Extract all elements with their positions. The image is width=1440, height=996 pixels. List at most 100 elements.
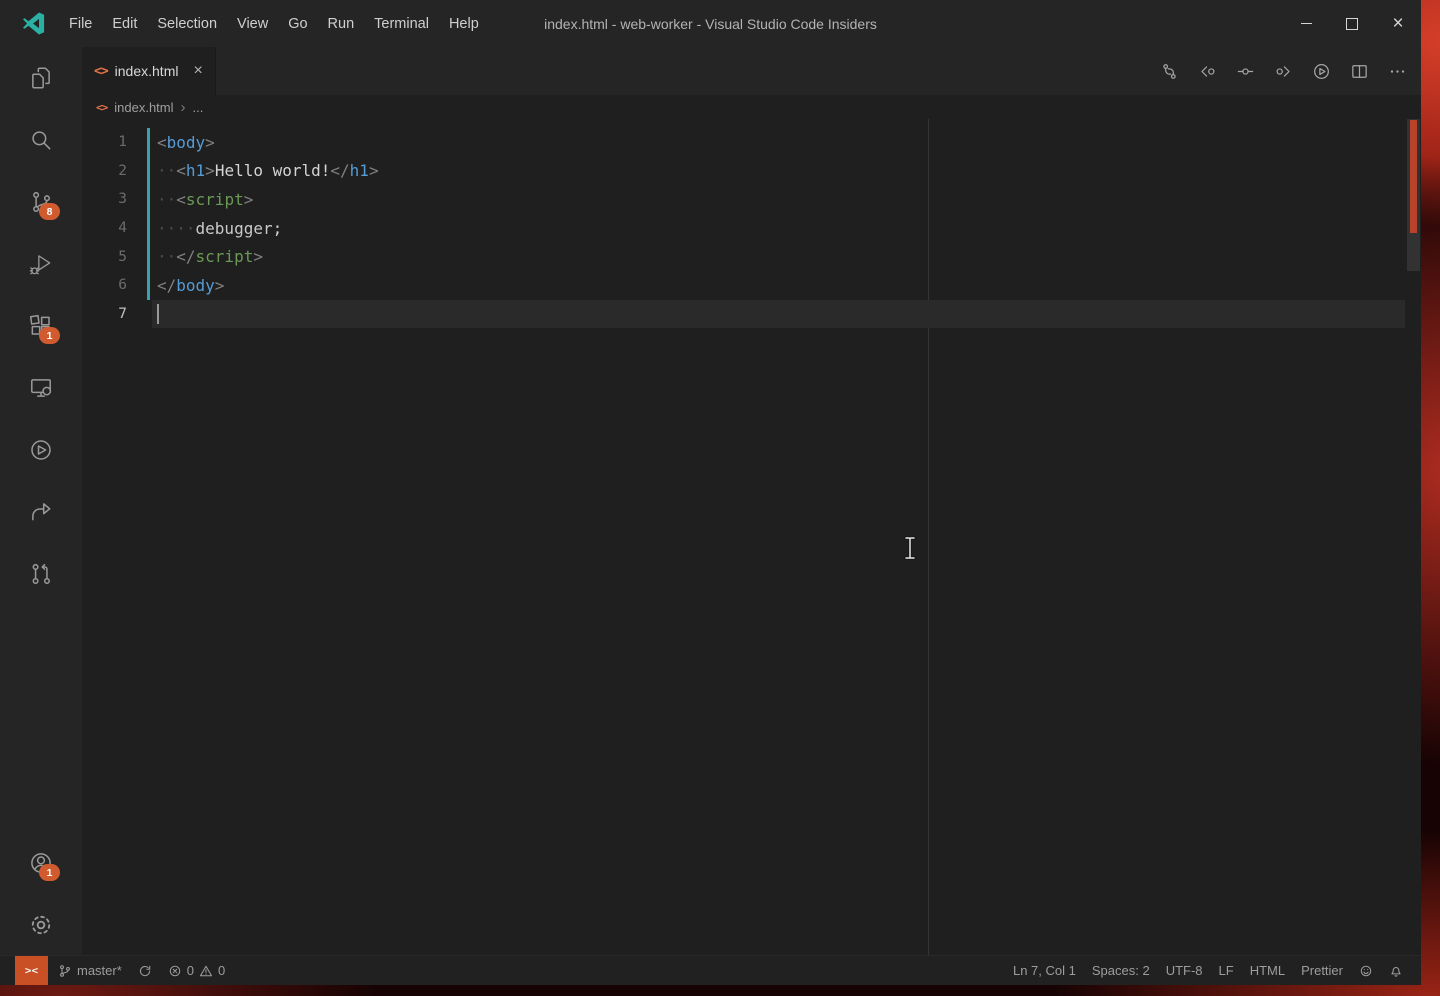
previous-change-button[interactable] <box>1197 61 1217 81</box>
open-changes-icon <box>1160 62 1179 81</box>
maximize-button[interactable] <box>1329 0 1375 47</box>
run-icon <box>1312 62 1331 81</box>
activity-search[interactable] <box>0 109 82 171</box>
status-notifications[interactable] <box>1381 956 1411 985</box>
explorer-icon <box>28 65 54 91</box>
status-bar-right: Ln 7, Col 1Spaces: 2UTF-8LFHTMLPrettier <box>1005 956 1421 985</box>
status-bar: >< master* 0 0 Ln 7, Col 1Spaces: 2UTF-8… <box>0 955 1421 985</box>
accounts-badge: 1 <box>39 864 60 881</box>
menu-help[interactable]: Help <box>439 0 489 47</box>
activity-remote-explorer[interactable] <box>0 357 82 419</box>
vscode-window: FileEditSelectionViewGoRunTerminalHelp i… <box>0 0 1421 985</box>
warnings-count: 0 <box>218 963 225 978</box>
activity-bar: 8 1 1 <box>0 47 82 956</box>
split-editor-button[interactable] <box>1349 61 1369 81</box>
breadcrumb-symbol[interactable]: ... <box>193 100 204 115</box>
search-icon <box>28 127 54 153</box>
sync-icon <box>138 964 152 978</box>
status-feedback[interactable] <box>1351 956 1381 985</box>
chevron-right-icon: › <box>181 99 186 116</box>
errors-icon <box>168 964 182 978</box>
menu-terminal[interactable]: Terminal <box>364 0 439 47</box>
activity-explorer[interactable] <box>0 47 82 109</box>
code-text: ··<h1>Hello world!</h1> <box>82 161 379 180</box>
remote-icon: >< <box>25 964 38 977</box>
code-text: ··<script> <box>82 190 253 209</box>
code-line-7[interactable]: 7 <box>82 300 1421 329</box>
status-indentation[interactable]: Spaces: 2 <box>1084 956 1158 985</box>
activity-live-share[interactable] <box>0 481 82 543</box>
maximize-icon <box>1346 18 1358 30</box>
change-button[interactable] <box>1235 61 1255 81</box>
status-encoding[interactable]: UTF-8 <box>1158 956 1211 985</box>
close-tab-icon[interactable]: × <box>193 63 202 79</box>
menu-go[interactable]: Go <box>278 0 317 47</box>
pull-requests-icon <box>28 561 54 587</box>
git-branch-icon <box>58 964 72 978</box>
status-eol[interactable]: LF <box>1211 956 1242 985</box>
menu-run[interactable]: Run <box>318 0 365 47</box>
remote-explorer-icon <box>28 375 54 401</box>
vscode-insiders-logo <box>22 12 45 35</box>
code-text: ··</script> <box>82 247 263 266</box>
window-title: index.html - web-worker - Visual Studio … <box>544 16 877 32</box>
settings-icon <box>28 912 54 938</box>
status-formatter[interactable]: Prettier <box>1293 956 1351 985</box>
line-number: 7 <box>82 306 127 322</box>
warnings-icon <box>199 964 213 978</box>
breadcrumb-file-icon: <> <box>96 101 107 114</box>
feedback-icon <box>1359 964 1373 978</box>
code-line-2[interactable]: 2··<h1>Hello world!</h1> <box>82 157 1421 186</box>
bell-icon <box>1389 964 1403 978</box>
run-preview-icon <box>28 437 54 463</box>
errors-count: 0 <box>187 963 194 978</box>
next-change-button[interactable] <box>1273 61 1293 81</box>
extensions-badge: 1 <box>39 327 60 344</box>
code-text: </body> <box>82 276 224 295</box>
window-controls: × <box>1283 0 1421 47</box>
code-line-5[interactable]: 5··</script> <box>82 242 1421 271</box>
code-line-3[interactable]: 3··<script> <box>82 185 1421 214</box>
breadcrumb-file[interactable]: index.html <box>114 100 173 115</box>
activity-settings[interactable] <box>0 894 82 956</box>
live-share-icon <box>28 499 54 525</box>
remote-indicator[interactable]: >< <box>15 956 48 985</box>
tab-label: index.html <box>115 63 179 79</box>
activity-bar-spacer <box>0 605 82 832</box>
activity-extensions[interactable]: 1 <box>0 295 82 357</box>
tab-index-html[interactable]: <> index.html × <box>82 47 216 95</box>
menu-file[interactable]: File <box>59 0 102 47</box>
close-icon: × <box>1392 14 1403 33</box>
status-language-mode[interactable]: HTML <box>1242 956 1293 985</box>
code-line-4[interactable]: 4····debugger; <box>82 214 1421 243</box>
menu-selection[interactable]: Selection <box>147 0 227 47</box>
code-text: <body> <box>82 133 215 152</box>
status-branch[interactable]: master* <box>48 956 129 985</box>
activity-accounts[interactable]: 1 <box>0 832 82 894</box>
minimize-button[interactable] <box>1283 0 1329 47</box>
open-changes-button[interactable] <box>1159 61 1179 81</box>
more-actions-button[interactable] <box>1387 61 1407 81</box>
activity-run-preview[interactable] <box>0 419 82 481</box>
code-line-6[interactable]: 6</body> <box>82 271 1421 300</box>
status-sync[interactable] <box>129 956 161 985</box>
minimize-icon <box>1301 23 1312 24</box>
close-button[interactable]: × <box>1375 0 1421 47</box>
status-problems[interactable]: 0 0 <box>161 956 232 985</box>
run-debug-icon <box>28 251 54 277</box>
code-line-1[interactable]: 1<body> <box>82 128 1421 157</box>
previous-change-icon <box>1198 62 1217 81</box>
menu-edit[interactable]: Edit <box>102 0 147 47</box>
code-editor[interactable]: 1<body>2··<h1>Hello world!</h1>3··<scrip… <box>82 119 1421 956</box>
change-icon <box>1236 62 1255 81</box>
branch-label: master* <box>77 963 122 978</box>
source-control-badge: 8 <box>39 203 60 220</box>
status-cursor-position[interactable]: Ln 7, Col 1 <box>1005 956 1084 985</box>
editor-actions <box>1159 47 1421 95</box>
activity-source-control[interactable]: 8 <box>0 171 82 233</box>
activity-pull-requests[interactable] <box>0 543 82 605</box>
run-button[interactable] <box>1311 61 1331 81</box>
more-actions-icon <box>1388 62 1407 81</box>
activity-run-debug[interactable] <box>0 233 82 295</box>
menu-view[interactable]: View <box>227 0 278 47</box>
